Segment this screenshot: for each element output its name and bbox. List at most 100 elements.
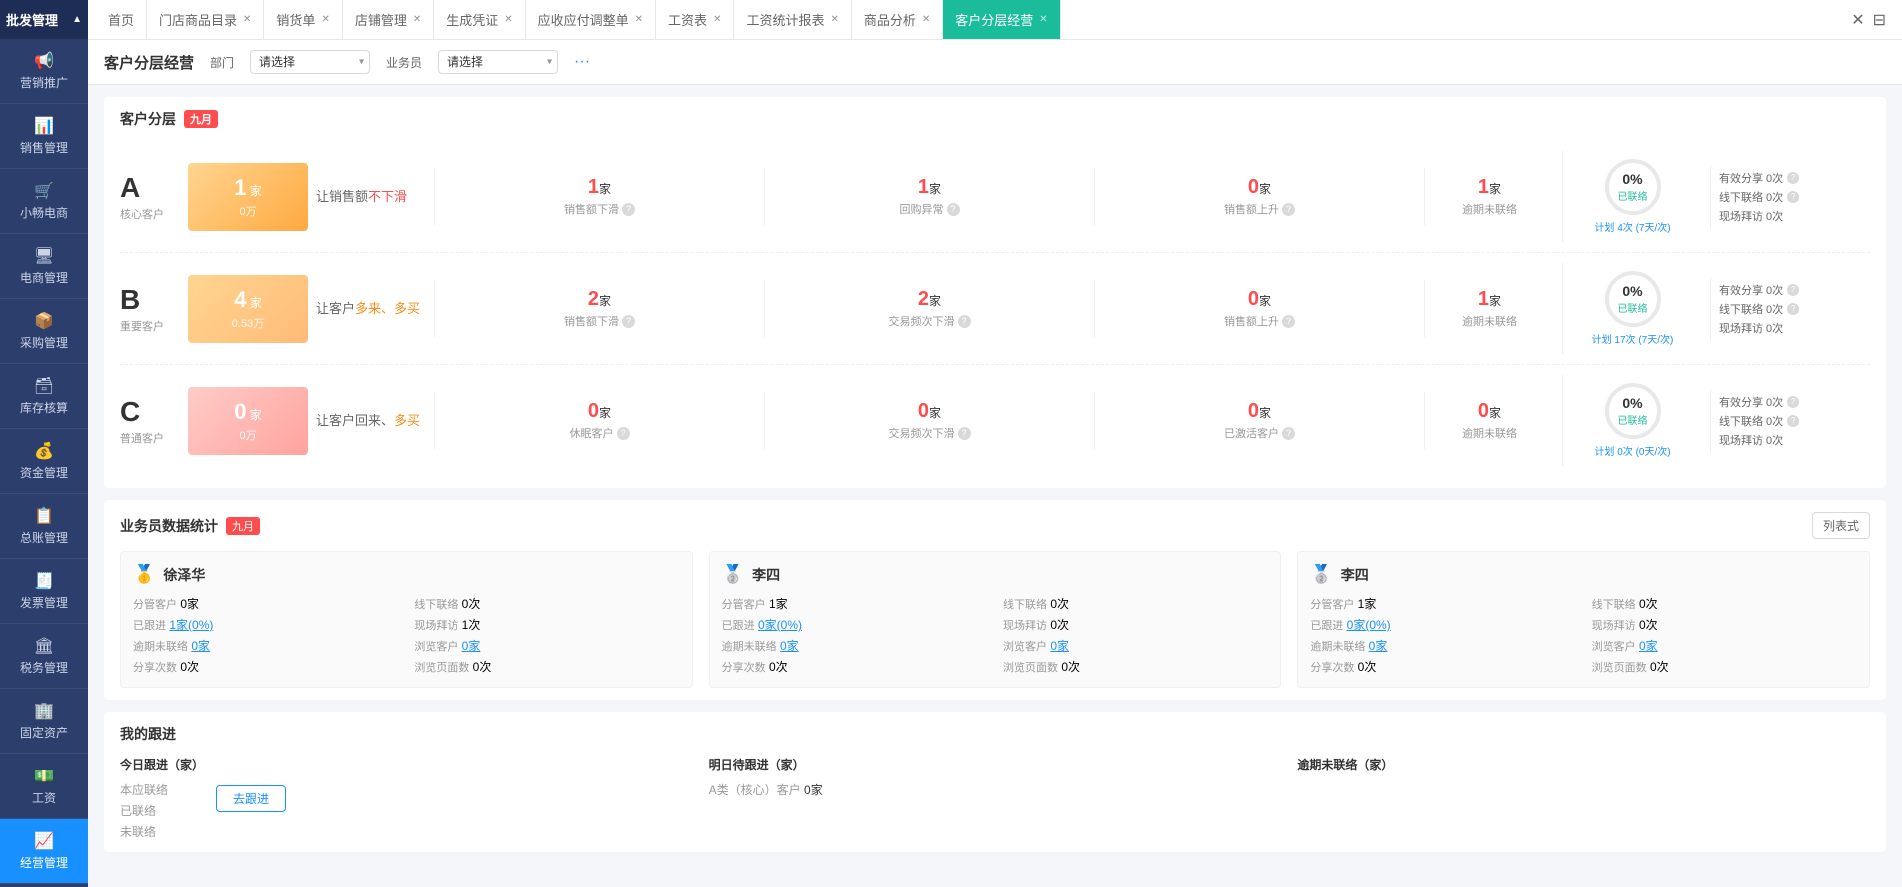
biz-month-badge: 九月 — [226, 517, 260, 535]
biz-card-0: 🥇 徐泽华 分管客户 0家 线下联络 0次 已跟进 1家(0%) 现场拜访 1次… — [120, 551, 693, 688]
sidebar-item-invoice[interactable]: 🧾 发票管理 — [0, 559, 88, 624]
info-icon[interactable]: ? — [947, 203, 960, 216]
sidebar-item-sales[interactable]: 📊 销售管理 — [0, 104, 88, 169]
tab-product-analysis[interactable]: 商品分析 ✕ — [852, 0, 943, 40]
close-icon[interactable]: ✕ — [713, 14, 721, 25]
close-icon[interactable]: ✕ — [922, 14, 930, 25]
stat-sales-decline-a[interactable]: 1家 销售额下滑 ? — [434, 168, 764, 225]
tier-b-count-block[interactable]: 4 家 0.53万 — [188, 275, 308, 343]
tier-c-row: C 普通客户 0 家 0万 让客户回来、多买 0家 休眠客户 ? — [120, 365, 1870, 476]
followup-section: 我的跟进 今日跟进（家） 本应联络 已联络 未联络 去跟进 明日待跟进（家） A… — [104, 712, 1886, 852]
sidebar-title: 批发管理 — [6, 10, 58, 29]
sidebar-item-assets[interactable]: 🏢 固定资产 — [0, 689, 88, 754]
overdue-contact-a[interactable]: 1家 逾期未联络 — [1424, 168, 1554, 225]
close-icon[interactable]: ✕ — [635, 14, 643, 25]
main-area: 首页 门店商品目录 ✕ 销货单 ✕ 店铺管理 ✕ 生成凭证 ✕ 应收应付调整单 … — [88, 0, 1902, 887]
stat-dormant-c[interactable]: 0家 休眠客户 ? — [434, 392, 764, 449]
close-icon[interactable]: ✕ — [243, 14, 251, 25]
sidebar-item-tax[interactable]: 🏛 税务管理 — [0, 624, 88, 689]
info-icon[interactable]: ? — [1787, 303, 1799, 315]
close-icon[interactable]: ✕ — [1039, 14, 1047, 25]
salesperson-select[interactable]: 请选择 — [438, 50, 558, 74]
tab-store-products[interactable]: 门店商品目录 ✕ — [147, 0, 264, 40]
tab-ar-ap[interactable]: 应收应付调整单 ✕ — [526, 0, 656, 40]
sidebar-item-salary[interactable]: 💵 工资 — [0, 754, 88, 819]
extra-stats-c: 有效分享 0次 ? 线下联络 0次 ? 现场拜访 0次 — [1710, 390, 1870, 452]
sidebar-collapse-icon: ▲ — [72, 14, 82, 25]
sidebar-header[interactable]: 批发管理 ▲ — [0, 0, 88, 39]
tab-home[interactable]: 首页 — [96, 0, 147, 40]
sidebar-item-finance[interactable]: 💰 资金管理 — [0, 429, 88, 494]
tab-bar-actions: ✕ ⊟ — [1843, 10, 1894, 30]
info-icon[interactable]: ? — [1787, 172, 1799, 184]
info-icon[interactable]: ? — [1787, 284, 1799, 296]
info-icon[interactable]: ? — [1282, 203, 1295, 216]
tab-payroll[interactable]: 工资表 ✕ — [656, 0, 734, 40]
list-view-button[interactable]: 列表式 — [1812, 512, 1870, 539]
month-badge: 九月 — [184, 110, 218, 128]
biz-name-2: 李四 — [1341, 565, 1369, 585]
tab-customer-tier[interactable]: 客户分层经营 ✕ — [943, 0, 1060, 40]
info-icon[interactable]: ? — [622, 203, 635, 216]
medal-gold-icon: 🥇 — [133, 564, 155, 585]
info-icon[interactable]: ? — [1787, 396, 1799, 408]
window-icon[interactable]: ⊟ — [1873, 10, 1886, 30]
progress-c: 0% 已联络 计划 0次 (0天/次) — [1562, 375, 1702, 466]
info-icon[interactable]: ? — [958, 427, 971, 440]
close-icon[interactable]: ✕ — [321, 14, 329, 25]
info-icon[interactable]: ? — [1787, 191, 1799, 203]
operations-icon: 📈 — [0, 831, 88, 851]
inventory-icon: 🗃 — [0, 376, 88, 396]
salesperson-select-wrapper: 请选择 — [438, 50, 558, 74]
tab-sales-order[interactable]: 销货单 ✕ — [264, 0, 342, 40]
overdue-contact-b[interactable]: 1家 逾期未联络 — [1424, 280, 1554, 337]
info-icon[interactable]: ? — [1282, 427, 1295, 440]
tab-bar: 首页 门店商品目录 ✕ 销货单 ✕ 店铺管理 ✕ 生成凭证 ✕ 应收应付调整单 … — [88, 0, 1902, 40]
circle-progress-b: 0% 已联络 — [1605, 271, 1661, 327]
info-icon[interactable]: ? — [1787, 415, 1799, 427]
marketing-icon: 📢 — [0, 51, 88, 71]
tier-a-count-block[interactable]: 1 家 0万 — [188, 163, 308, 231]
stat-freq-decline-b[interactable]: 2家 交易频次下滑 ? — [764, 280, 1094, 337]
close-all-icon[interactable]: ✕ — [1851, 10, 1864, 30]
ecommerce-small-icon: 🛒 — [0, 181, 88, 201]
stat-freq-decline-c[interactable]: 0家 交易频次下滑 ? — [764, 392, 1094, 449]
medal-silver-icon: 🥈 — [722, 564, 744, 585]
overdue-contact-c[interactable]: 0家 逾期未联络 — [1424, 392, 1554, 449]
stat-activated-c[interactable]: 0家 已激活客户 ? — [1094, 392, 1424, 449]
stat-repurchase-a[interactable]: 1家 回购异常 ? — [764, 168, 1094, 225]
stat-sales-decline-b[interactable]: 2家 销售额下滑 ? — [434, 280, 764, 337]
tab-payroll-report[interactable]: 工资统计报表 ✕ — [734, 0, 851, 40]
close-icon[interactable]: ✕ — [413, 14, 421, 25]
department-select-wrapper: 请选择 — [250, 50, 370, 74]
info-icon[interactable]: ? — [958, 315, 971, 328]
sidebar-item-ecommerce[interactable]: 🖥 电商管理 — [0, 234, 88, 299]
followup-button[interactable]: 去跟进 — [216, 785, 286, 812]
page-header: 客户分层经营 部门 请选择 业务员 请选择 ··· — [88, 40, 1902, 85]
close-icon[interactable]: ✕ — [504, 14, 512, 25]
sidebar-item-ecommerce-small[interactable]: 🛒 小畅电商 — [0, 169, 88, 234]
sidebar: 批发管理 ▲ 📢 营销推广 📊 销售管理 🛒 小畅电商 🖥 电商管理 📦 采购管… — [0, 0, 88, 887]
tab-voucher[interactable]: 生成凭证 ✕ — [434, 0, 525, 40]
extra-stats-a: 有效分享 0次 ? 线下联络 0次 ? 现场拜访 0次 — [1710, 166, 1870, 228]
stat-sales-rise-a[interactable]: 0家 销售额上升 ? — [1094, 168, 1424, 225]
tax-icon: 🏛 — [0, 636, 88, 656]
close-icon[interactable]: ✕ — [830, 14, 838, 25]
sidebar-item-operations[interactable]: 📈 经营管理 — [0, 819, 88, 884]
stat-sales-rise-b[interactable]: 0家 销售额上升 ? — [1094, 280, 1424, 337]
info-icon[interactable]: ? — [1282, 315, 1295, 328]
info-icon[interactable]: ? — [617, 427, 630, 440]
finance-icon: 💰 — [0, 441, 88, 461]
tab-store-manage[interactable]: 店铺管理 ✕ — [343, 0, 434, 40]
department-select[interactable]: 请选择 — [250, 50, 370, 74]
sidebar-item-marketing[interactable]: 📢 营销推广 — [0, 39, 88, 104]
more-filters-icon[interactable]: ··· — [574, 53, 590, 71]
tier-c-count-block[interactable]: 0 家 0万 — [188, 387, 308, 455]
sidebar-item-ledger[interactable]: 📋 总账管理 — [0, 494, 88, 559]
sidebar-item-purchase[interactable]: 📦 采购管理 — [0, 299, 88, 364]
info-icon[interactable]: ? — [622, 315, 635, 328]
tier-a-row: A 核心客户 1 家 0万 让销售额不下滑 1家 销售额下滑 ? — [120, 141, 1870, 253]
progress-b: 0% 已联络 计划 17次 (7天/次) — [1562, 263, 1702, 354]
biz-name-1: 李四 — [752, 565, 780, 585]
sidebar-item-inventory[interactable]: 🗃 库存核算 — [0, 364, 88, 429]
